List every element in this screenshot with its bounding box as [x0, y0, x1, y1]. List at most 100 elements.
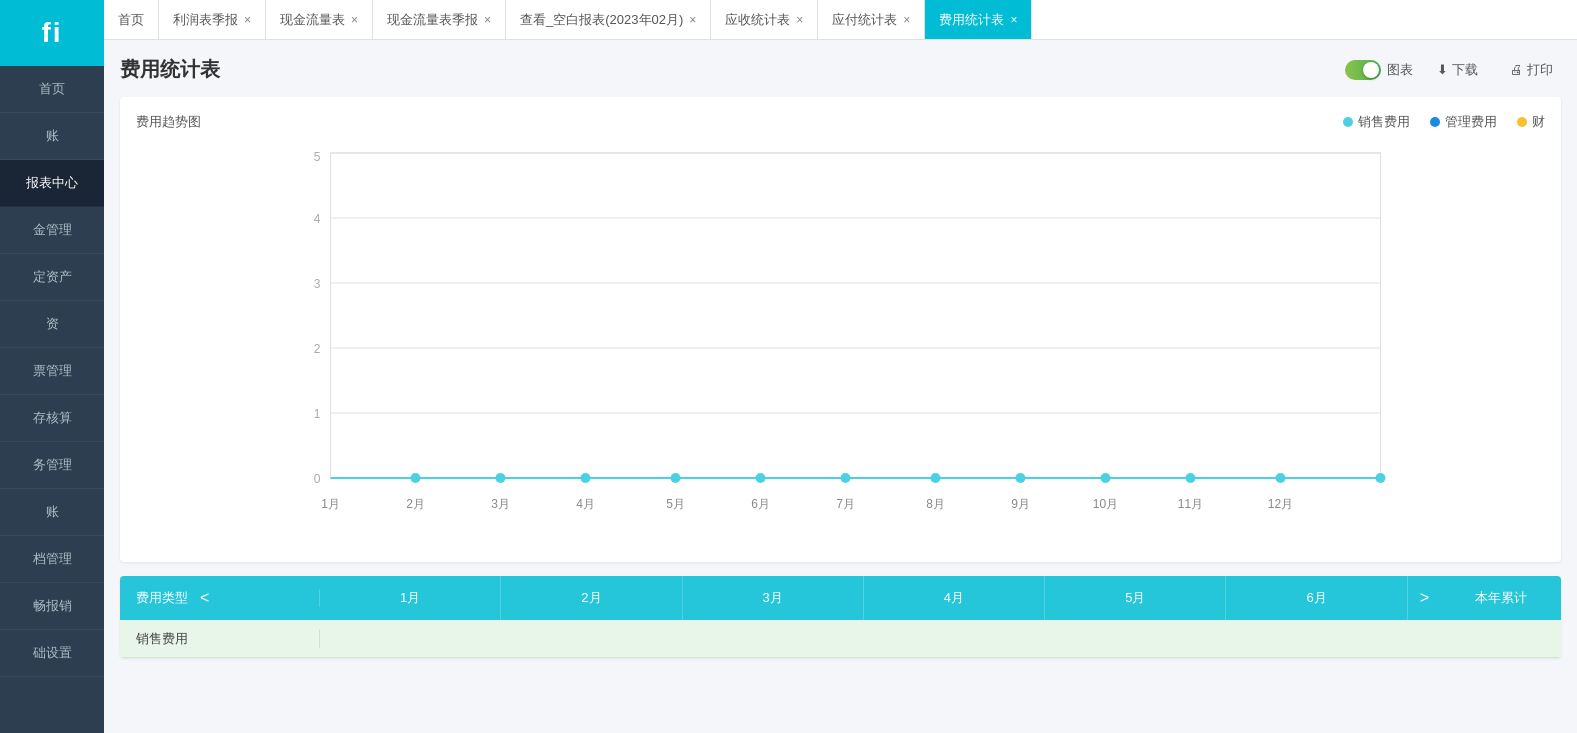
legend-dot-finance: [1517, 117, 1527, 127]
legend-dot-admin: [1430, 117, 1440, 127]
prev-arrow[interactable]: <: [196, 589, 213, 607]
chart-point-2: [496, 473, 506, 483]
svg-text:4: 4: [314, 212, 321, 226]
tab-payable[interactable]: 应付统计表 ×: [818, 0, 925, 40]
col-3-header: 3月: [683, 576, 864, 620]
col-6-header: 6月: [1226, 576, 1407, 620]
chart-point-6: [841, 473, 851, 483]
col-1-header: 1月: [320, 576, 501, 620]
sidebar-item-business[interactable]: 务管理: [0, 442, 104, 489]
sidebar-item-assets[interactable]: 定资产: [0, 254, 104, 301]
col-5-header: 5月: [1045, 576, 1226, 620]
svg-text:9月: 9月: [1011, 497, 1030, 511]
chart-point-11: [1276, 473, 1286, 483]
app-logo: fi: [0, 0, 104, 66]
chart-svg-wrap: 0 1 2 3 4 5: [136, 143, 1545, 546]
svg-text:1: 1: [314, 407, 321, 421]
page-content: 费用统计表 图表 ⬇ 下载 🖨 打印 费用趋势图: [104, 40, 1577, 733]
sidebar-item-expense[interactable]: 畅报销: [0, 583, 104, 630]
page-header: 费用统计表 图表 ⬇ 下载 🖨 打印: [120, 56, 1561, 83]
tab-close-cashflow[interactable]: ×: [351, 13, 358, 27]
svg-text:2月: 2月: [406, 497, 425, 511]
sidebar-item-account[interactable]: 账: [0, 113, 104, 160]
legend-admin: 管理费用: [1430, 113, 1497, 131]
chart-toggle-label: 图表: [1387, 61, 1413, 79]
main-area: 首页 利润表季报 × 现金流量表 × 现金流量表季报 × 查看_空白报表(202…: [104, 0, 1577, 733]
legend-label-finance: 财: [1532, 113, 1545, 131]
next-arrow[interactable]: >: [1408, 589, 1441, 607]
tab-profit-quarterly[interactable]: 利润表季报 ×: [159, 0, 266, 40]
tab-blank-report[interactable]: 查看_空白报表(2023年02月) ×: [506, 0, 711, 40]
sidebar-item-invoices[interactable]: 票管理: [0, 348, 104, 395]
chart-point-4: [671, 473, 681, 483]
chart-header: 费用趋势图 销售费用 管理费用 财: [136, 113, 1545, 131]
tab-close-expense-stats[interactable]: ×: [1010, 13, 1017, 27]
sidebar-item-capital[interactable]: 资: [0, 301, 104, 348]
sidebar-item-ledger[interactable]: 账: [0, 489, 104, 536]
tab-expense-stats[interactable]: 费用统计表 ×: [925, 0, 1032, 40]
chart-toggle[interactable]: [1345, 60, 1381, 80]
chart-point-8: [1016, 473, 1026, 483]
row-type-sales: 销售费用: [120, 630, 320, 648]
svg-text:10月: 10月: [1093, 497, 1118, 511]
download-icon: ⬇: [1437, 62, 1448, 77]
legend-dot-sales: [1343, 117, 1353, 127]
svg-text:3月: 3月: [491, 497, 510, 511]
chart-point-1: [411, 473, 421, 483]
svg-text:5月: 5月: [666, 497, 685, 511]
tab-close-blank-report[interactable]: ×: [689, 13, 696, 27]
page-actions: 图表 ⬇ 下载 🖨 打印: [1345, 57, 1561, 83]
svg-text:5: 5: [314, 150, 321, 164]
svg-text:2: 2: [314, 342, 321, 356]
table-row-sales: 销售费用: [120, 620, 1561, 658]
chart-point-7: [931, 473, 941, 483]
download-button[interactable]: ⬇ 下载: [1429, 57, 1486, 83]
data-table: 费用类型 < 1月 2月 3月 4月 5月 6月 > 本年累计 销售费用: [120, 576, 1561, 658]
svg-text:3: 3: [314, 277, 321, 291]
svg-text:12月: 12月: [1268, 497, 1293, 511]
svg-text:0: 0: [314, 472, 321, 486]
sidebar-item-settings[interactable]: 础设置: [0, 630, 104, 677]
col-4-header: 4月: [864, 576, 1045, 620]
svg-text:8月: 8月: [926, 497, 945, 511]
sidebar: fi 首页 账 报表中心 金管理 定资产 资 票管理 存核算 务管理 账 档管理…: [0, 0, 104, 733]
print-button[interactable]: 🖨 打印: [1502, 57, 1561, 83]
chart-card: 费用趋势图 销售费用 管理费用 财: [120, 97, 1561, 562]
tab-cashflow[interactable]: 现金流量表 ×: [266, 0, 373, 40]
tab-close-receivable[interactable]: ×: [796, 13, 803, 27]
sidebar-item-reports[interactable]: 报表中心: [0, 160, 104, 207]
chart-point-9: [1101, 473, 1111, 483]
tab-home[interactable]: 首页: [104, 0, 159, 40]
chart-svg: 0 1 2 3 4 5: [136, 143, 1545, 543]
chart-legend: 销售费用 管理费用 财: [1343, 113, 1545, 131]
table-header: 费用类型 < 1月 2月 3月 4月 5月 6月 > 本年累计: [120, 576, 1561, 620]
chart-point-10: [1186, 473, 1196, 483]
svg-text:7月: 7月: [836, 497, 855, 511]
tab-cashflow-quarterly[interactable]: 现金流量表季报 ×: [373, 0, 506, 40]
svg-text:11月: 11月: [1178, 497, 1203, 511]
tab-close-payable[interactable]: ×: [903, 13, 910, 27]
chart-point-3: [581, 473, 591, 483]
chart-point-5: [756, 473, 766, 483]
page-title: 费用统计表: [120, 56, 220, 83]
sidebar-item-archive[interactable]: 档管理: [0, 536, 104, 583]
svg-text:1月: 1月: [321, 497, 340, 511]
chart-point-12: [1376, 473, 1386, 483]
tab-bar: 首页 利润表季报 × 现金流量表 × 现金流量表季报 × 查看_空白报表(202…: [104, 0, 1577, 40]
svg-text:4月: 4月: [576, 497, 595, 511]
tab-close-profit-quarterly[interactable]: ×: [244, 13, 251, 27]
tab-close-cashflow-quarterly[interactable]: ×: [484, 13, 491, 27]
legend-label-sales: 销售费用: [1358, 113, 1410, 131]
sidebar-scroll: 首页 账 报表中心 金管理 定资产 资 票管理 存核算 务管理 账 档管理 畅报…: [0, 66, 104, 733]
chart-title: 费用趋势图: [136, 113, 201, 131]
chart-toggle-wrap: 图表: [1345, 60, 1413, 80]
sidebar-item-inventory[interactable]: 存核算: [0, 395, 104, 442]
svg-text:6月: 6月: [751, 497, 770, 511]
sidebar-item-finance[interactable]: 金管理: [0, 207, 104, 254]
tab-receivable[interactable]: 应收统计表 ×: [711, 0, 818, 40]
legend-sales: 销售费用: [1343, 113, 1410, 131]
sidebar-item-home[interactable]: 首页: [0, 66, 104, 113]
legend-finance: 财: [1517, 113, 1545, 131]
col-total-header: 本年累计: [1441, 576, 1561, 620]
svg-rect-12: [331, 153, 1381, 478]
